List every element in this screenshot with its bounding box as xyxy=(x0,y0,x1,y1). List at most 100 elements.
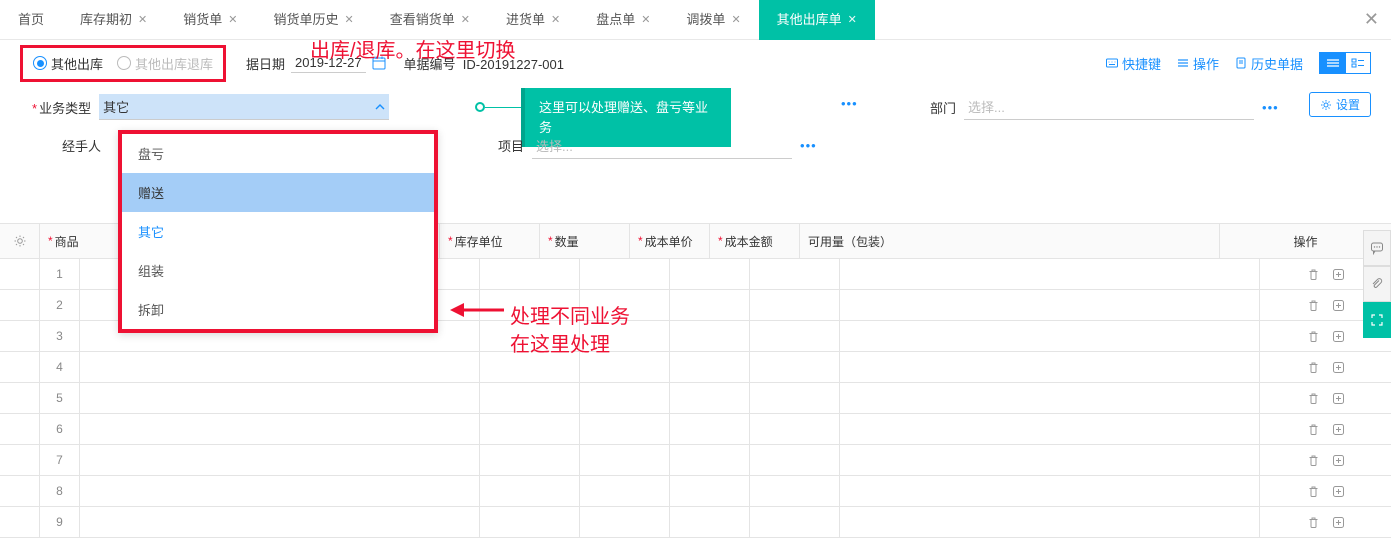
view-grid-button[interactable] xyxy=(1345,52,1371,74)
dropdown-option-other[interactable]: 其它 xyxy=(122,212,434,251)
cell-qty[interactable] xyxy=(580,476,670,506)
add-row-button[interactable] xyxy=(1332,361,1345,374)
add-row-button[interactable] xyxy=(1332,485,1345,498)
tab-sales-history[interactable]: 销货单历史✕ xyxy=(255,0,371,40)
cell-product[interactable] xyxy=(80,476,480,506)
cell-price[interactable] xyxy=(670,445,750,475)
cell-qty[interactable] xyxy=(580,383,670,413)
cell-price[interactable] xyxy=(670,383,750,413)
delete-row-button[interactable] xyxy=(1307,516,1320,529)
add-row-button[interactable] xyxy=(1332,392,1345,405)
table-row[interactable]: 7 xyxy=(0,445,1391,476)
cell-amount[interactable] xyxy=(750,476,840,506)
add-row-button[interactable] xyxy=(1332,330,1345,343)
tab-view-sales[interactable]: 查看销货单✕ xyxy=(372,0,488,40)
cell-unit[interactable] xyxy=(480,383,580,413)
cell-amount[interactable] xyxy=(750,414,840,444)
add-row-button[interactable] xyxy=(1332,454,1345,467)
close-icon[interactable]: ✕ xyxy=(848,0,857,40)
delete-row-button[interactable] xyxy=(1307,423,1320,436)
delete-row-button[interactable] xyxy=(1307,361,1320,374)
tab-transfer[interactable]: 调拨单✕ xyxy=(668,0,758,40)
table-row[interactable]: 5 xyxy=(0,383,1391,414)
dropdown-option-disassemble[interactable]: 拆卸 xyxy=(122,290,434,329)
operate-button[interactable]: 操作 xyxy=(1177,54,1219,73)
close-icon[interactable]: ✕ xyxy=(138,0,147,40)
tab-purchase[interactable]: 进货单✕ xyxy=(488,0,578,40)
add-row-button[interactable] xyxy=(1332,423,1345,436)
delete-row-button[interactable] xyxy=(1307,299,1320,312)
calendar-icon[interactable] xyxy=(372,56,386,70)
cell-amount[interactable] xyxy=(750,352,840,382)
dropdown-option-assemble[interactable]: 组装 xyxy=(122,251,434,290)
close-icon[interactable]: ✕ xyxy=(461,0,470,40)
cell-unit[interactable] xyxy=(480,414,580,444)
tab-inventory-init[interactable]: 库存期初✕ xyxy=(62,0,165,40)
cell-product[interactable] xyxy=(80,352,480,382)
side-comment-button[interactable] xyxy=(1363,230,1391,266)
settings-button[interactable]: 设置 xyxy=(1309,92,1371,117)
tab-stocktake[interactable]: 盘点单✕ xyxy=(578,0,668,40)
dept-more-button[interactable]: ••• xyxy=(1262,100,1279,115)
close-icon[interactable]: ✕ xyxy=(551,0,560,40)
cell-qty[interactable] xyxy=(580,414,670,444)
close-all-icon[interactable]: ✕ xyxy=(1364,9,1379,30)
radio-other-out[interactable]: 其他出库 xyxy=(33,54,103,73)
cell-price[interactable] xyxy=(670,507,750,537)
delete-row-button[interactable] xyxy=(1307,392,1320,405)
gear-column-button[interactable] xyxy=(0,224,40,258)
biz-type-select[interactable]: 其它 xyxy=(99,94,389,120)
project-more-button[interactable]: ••• xyxy=(800,138,817,153)
add-row-button[interactable] xyxy=(1332,268,1345,281)
close-icon[interactable]: ✕ xyxy=(345,0,354,40)
delete-row-button[interactable] xyxy=(1307,454,1320,467)
cell-price[interactable] xyxy=(670,476,750,506)
cell-unit[interactable] xyxy=(480,507,580,537)
table-row[interactable]: 8 xyxy=(0,476,1391,507)
cell-qty[interactable] xyxy=(580,321,670,351)
close-icon[interactable]: ✕ xyxy=(641,0,650,40)
cell-amount[interactable] xyxy=(750,259,840,289)
cell-qty[interactable] xyxy=(580,290,670,320)
cell-product[interactable] xyxy=(80,445,480,475)
dropdown-option-gift[interactable]: 赠送 xyxy=(122,173,434,212)
date-input[interactable]: 2019-12-27 xyxy=(291,53,366,73)
cell-product[interactable] xyxy=(80,383,480,413)
cell-product[interactable] xyxy=(80,507,480,537)
close-icon[interactable]: ✕ xyxy=(731,0,740,40)
cell-unit[interactable] xyxy=(480,445,580,475)
cell-price[interactable] xyxy=(670,352,750,382)
table-row[interactable]: 6 xyxy=(0,414,1391,445)
side-attach-button[interactable] xyxy=(1363,266,1391,302)
tab-home[interactable]: 首页 xyxy=(0,0,62,40)
cell-unit[interactable] xyxy=(480,352,580,382)
cell-amount[interactable] xyxy=(750,445,840,475)
delete-row-button[interactable] xyxy=(1307,485,1320,498)
cell-unit[interactable] xyxy=(480,259,580,289)
radio-other-return[interactable]: 其他出库退库 xyxy=(117,54,213,73)
cell-price[interactable] xyxy=(670,414,750,444)
table-row[interactable]: 9 xyxy=(0,507,1391,538)
cell-amount[interactable] xyxy=(750,321,840,351)
cell-price[interactable] xyxy=(670,259,750,289)
cell-amount[interactable] xyxy=(750,383,840,413)
cell-qty[interactable] xyxy=(580,507,670,537)
cell-unit[interactable] xyxy=(480,321,580,351)
cell-price[interactable] xyxy=(670,290,750,320)
history-button[interactable]: 历史单据 xyxy=(1235,54,1303,73)
dropdown-option-loss[interactable]: 盘亏 xyxy=(122,134,434,173)
warehouse-more-button[interactable]: ••• xyxy=(841,96,858,111)
project-select[interactable]: 选择... xyxy=(532,133,792,159)
table-row[interactable]: 4 xyxy=(0,352,1391,383)
add-row-button[interactable] xyxy=(1332,299,1345,312)
cell-qty[interactable] xyxy=(580,445,670,475)
cell-amount[interactable] xyxy=(750,507,840,537)
cell-qty[interactable] xyxy=(580,352,670,382)
chevron-up-icon[interactable] xyxy=(375,104,385,110)
cell-product[interactable] xyxy=(80,414,480,444)
tab-sales[interactable]: 销货单✕ xyxy=(165,0,255,40)
delete-row-button[interactable] xyxy=(1307,268,1320,281)
cell-unit[interactable] xyxy=(480,476,580,506)
view-list-button[interactable] xyxy=(1319,52,1345,74)
cell-price[interactable] xyxy=(670,321,750,351)
